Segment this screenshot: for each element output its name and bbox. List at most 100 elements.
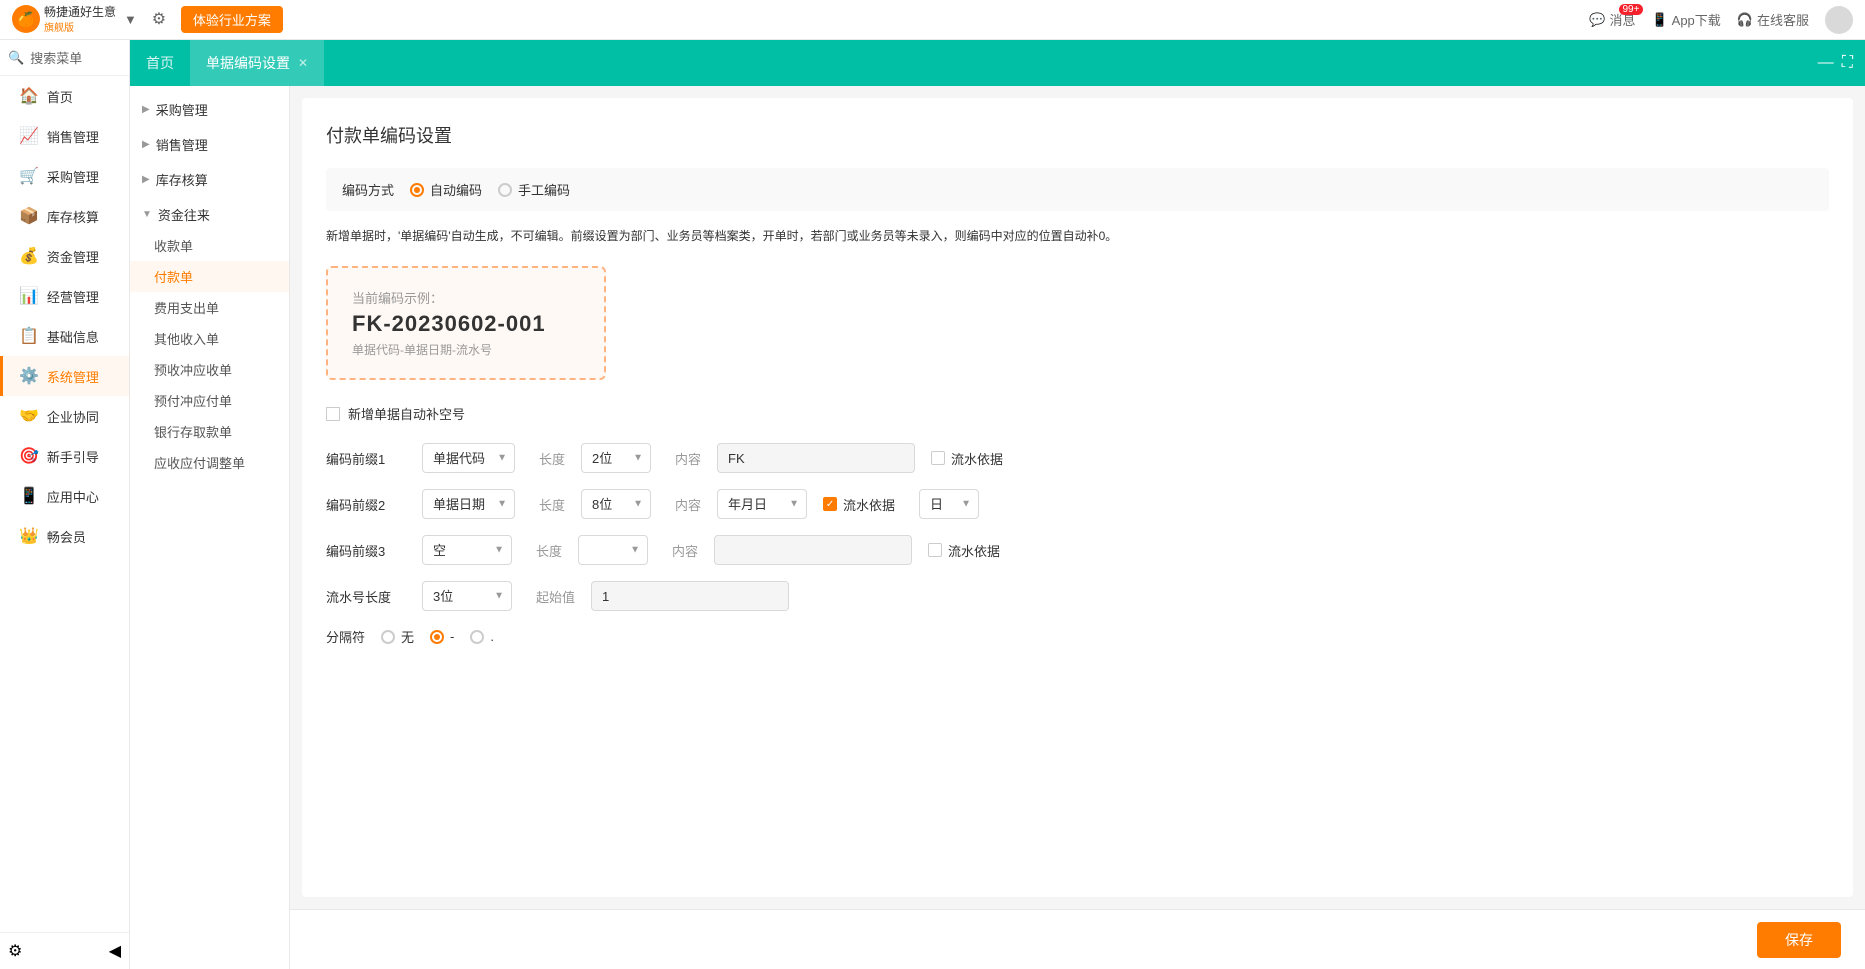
prefix2-content-select[interactable]: 年月日 [717,489,807,519]
prefix1-stream[interactable]: 流水依据 [931,449,1003,468]
sidebar-label-home: 首页 [47,87,73,106]
prefix3-type-select[interactable]: 空 [422,535,512,565]
sidebar-search[interactable]: 🔍 搜索菜单 [0,40,129,76]
tab-bar-actions: — ⛶ [1818,54,1865,72]
radio-auto-label: 自动编码 [430,180,482,199]
prefix3-stream[interactable]: 流水依据 [928,541,1000,560]
trial-button[interactable]: 体验行业方案 [181,6,283,33]
sub-nav-item-expense[interactable]: 费用支出单 [130,292,289,323]
sidebar-item-cooperation[interactable]: 🤝 企业协同 [0,396,129,436]
serial-length-select[interactable]: 3位 [422,581,512,611]
tab-close-icon[interactable]: ✕ [298,56,308,70]
sub-nav-item-advance-recv[interactable]: 预收冲应收单 [130,354,289,385]
appstore-icon: 📱 [19,486,39,506]
tab-minimize-icon[interactable]: — [1818,54,1834,72]
sub-nav: ▶ 采购管理 ▶ 销售管理 ▶ 库存核算 [130,86,290,969]
sep-none[interactable]: 无 [381,627,414,646]
sidebar-item-home[interactable]: 🏠 首页 [0,76,129,116]
top-bar: 🍊 畅捷通好生意 旗舰版 ▼ ⚙ 体验行业方案 💬 消息 99+ 📱 App下载… [0,0,1865,40]
prefix3-content-label: 内容 [672,541,698,560]
prefix3-length-select[interactable] [578,535,648,565]
sidebar-item-inventory[interactable]: 📦 库存核算 [0,196,129,236]
radio-manual[interactable]: 手工编码 [498,180,570,199]
user-avatar[interactable] [1825,6,1853,34]
tab-maximize-icon[interactable]: ⛶ [1842,54,1853,72]
auto-fill-label: 新增单据自动补空号 [348,404,465,423]
sub-nav-item-bank[interactable]: 银行存取款单 [130,416,289,447]
prefix1-label: 编码前缀1 [326,449,406,468]
sidebar-item-sales[interactable]: 📈 销售管理 [0,116,129,156]
sub-nav-item-adjustment[interactable]: 应收应付调整单 [130,447,289,478]
sidebar-item-member[interactable]: 👑 畅会员 [0,516,129,556]
prefix2-row: 编码前缀2 单据日期 ▼ 长度 8位 ▼ [326,489,1829,519]
encoding-radio-group: 自动编码 手工编码 [410,180,570,199]
prefix1-stream-label: 流水依据 [951,449,1003,468]
sub-nav-item-other-income[interactable]: 其他收入单 [130,323,289,354]
sub-nav-inventory[interactable]: ▶ 库存核算 [130,164,289,195]
brand-text: 畅捷通好生意 旗舰版 [44,5,116,34]
sep-dot[interactable]: . [470,629,494,644]
prefix2-length-select[interactable]: 8位 [581,489,651,519]
sub-nav-purchase[interactable]: ▶ 采购管理 [130,94,289,125]
separator-row: 分隔符 无 - . [326,627,1829,646]
tab-home[interactable]: 首页 [130,40,190,86]
tab-serial-setting[interactable]: 单据编码设置 ✕ [190,40,324,86]
radio-auto[interactable]: 自动编码 [410,180,482,199]
code-preview-desc: 单据代码-单据日期-流水号 [352,341,580,358]
prefix1-type-select[interactable]: 单据代码 [422,443,515,473]
auto-fill-checkbox[interactable] [326,407,340,421]
prefix2-type-select[interactable]: 单据日期 [422,489,515,519]
save-button[interactable]: 保存 [1757,922,1841,958]
prefix2-length-label: 长度 [539,495,565,514]
sep-dash-circle [430,630,444,644]
settings-bottom-icon[interactable]: ⚙ [8,941,22,961]
prefix2-unit-select[interactable]: 日 [919,489,979,519]
bottom-bar: 保存 [290,909,1865,969]
sep-none-circle [381,630,395,644]
prefix2-stream-checkbox[interactable]: ✓ [823,497,837,511]
sidebar-item-purchase[interactable]: 🛒 采购管理 [0,156,129,196]
start-value-input[interactable] [591,581,789,611]
sep-dash[interactable]: - [430,629,454,644]
sidebar-label-sales: 销售管理 [47,127,99,146]
message-button[interactable]: 💬 消息 99+ [1589,10,1635,29]
prefix3-stream-checkbox[interactable] [928,543,942,557]
content-area: 首页 单据编码设置 ✕ — ⛶ ▶ 采购管理 [130,40,1865,969]
brand-icon: 🍊 [12,5,40,33]
service-button[interactable]: 🎧 在线客服 [1737,10,1809,29]
sub-nav-group-purchase: ▶ 采购管理 [130,94,289,125]
brand-name: 畅捷通好生意 [44,5,116,19]
sidebar-item-operation[interactable]: 📊 经营管理 [0,276,129,316]
sidebar-item-finance[interactable]: 💰 资金管理 [0,236,129,276]
sub-nav-inventory-label: 库存核算 [156,170,208,189]
sidebar-item-newbie[interactable]: 🎯 新手引导 [0,436,129,476]
serial-length-wrap: 3位 ▼ [422,581,512,611]
sub-nav-group-fund: ▼ 资金往来 收款单 付款单 费用支出单 其他收入单 预收冲应收单 预付冲应付单… [130,199,289,478]
sep-dash-label: - [450,629,454,644]
sep-none-label: 无 [401,627,414,646]
collapse-icon[interactable]: ◀ [109,941,121,961]
brand: 🍊 畅捷通好生意 旗舰版 [12,5,116,34]
encoding-method-row: 编码方式 自动编码 手工编码 [326,168,1829,211]
prefix2-stream[interactable]: ✓ 流水依据 [823,495,895,514]
prefix3-content-input[interactable] [714,535,912,565]
app-download-button[interactable]: 📱 App下载 [1651,10,1720,29]
sidebar-label-member: 畅会员 [47,527,86,546]
sidebar-item-basic[interactable]: 📋 基础信息 [0,316,129,356]
sub-nav-group-sales: ▶ 销售管理 [130,129,289,160]
top-bar-right: 💬 消息 99+ 📱 App下载 🎧 在线客服 [1589,6,1853,34]
sidebar-item-appstore[interactable]: 📱 应用中心 [0,476,129,516]
prefix1-length-select[interactable]: 2位 [581,443,651,473]
prefix1-content-input[interactable] [717,443,915,473]
sub-nav-item-advance-pay[interactable]: 预付冲应付单 [130,385,289,416]
sub-nav-item-receipt[interactable]: 收款单 [130,230,289,261]
sub-nav-fund[interactable]: ▼ 资金往来 [130,199,289,230]
nav-dropdown[interactable]: ▼ [124,12,137,27]
prefix3-label: 编码前缀3 [326,541,406,560]
basic-icon: 📋 [19,326,39,346]
sub-nav-item-payment[interactable]: 付款单 [130,261,289,292]
sub-nav-sales[interactable]: ▶ 销售管理 [130,129,289,160]
sidebar-item-system[interactable]: ⚙️ 系统管理 [0,356,129,396]
settings-icon[interactable]: ⚙ [145,5,173,33]
prefix1-stream-checkbox[interactable] [931,451,945,465]
